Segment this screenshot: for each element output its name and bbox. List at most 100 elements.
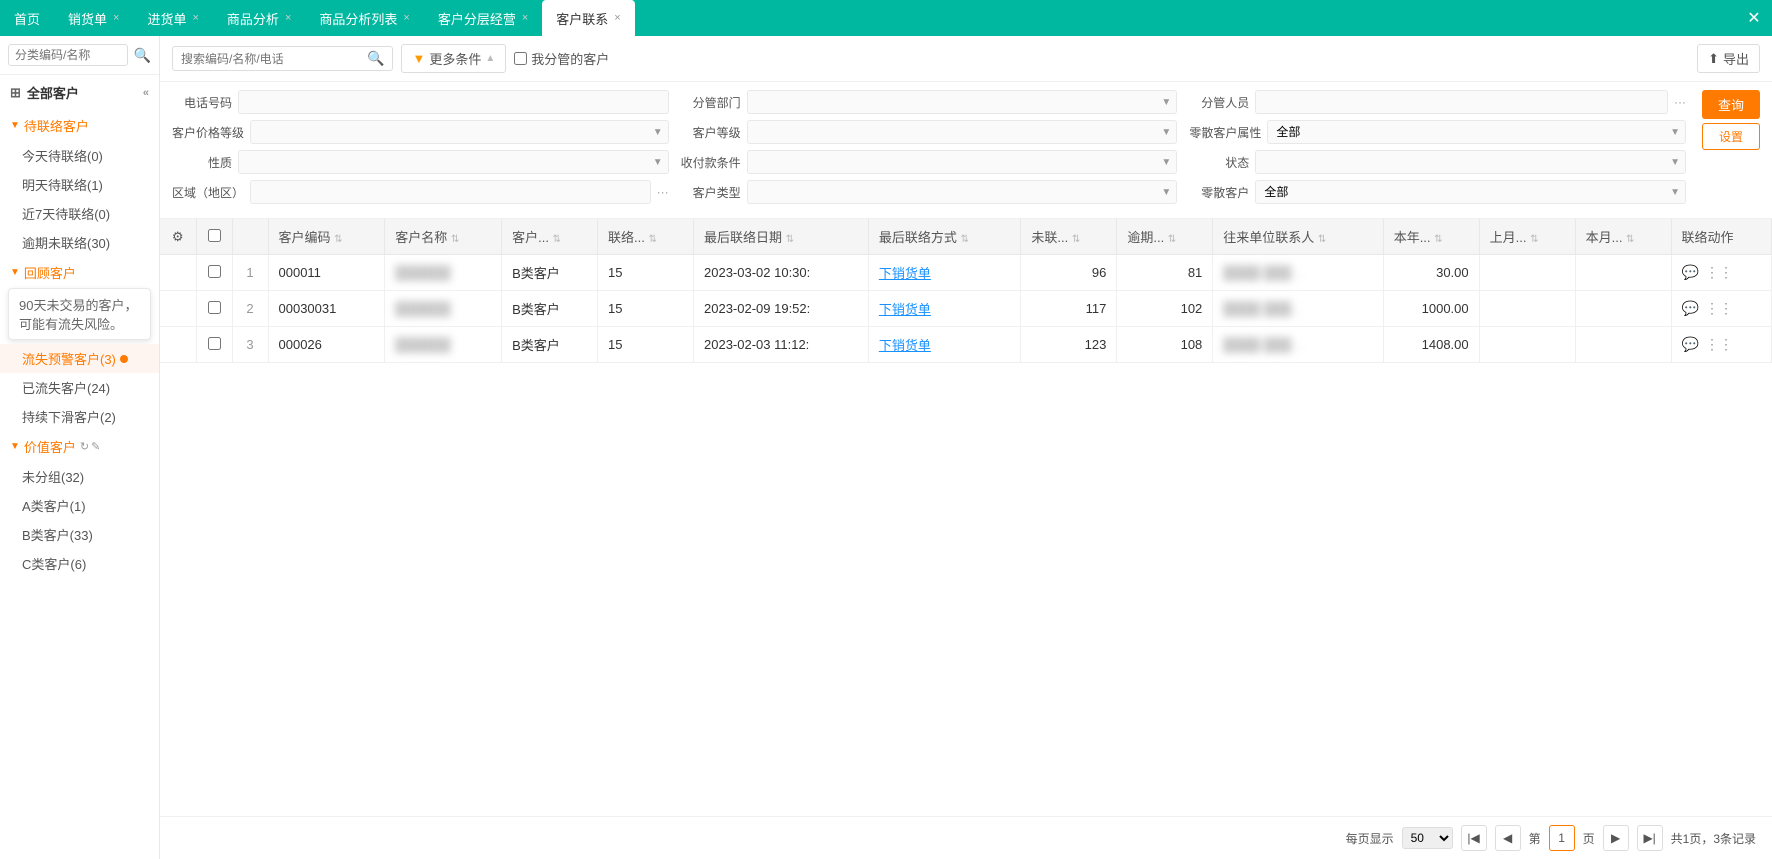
- filter-price-grade-select[interactable]: [250, 120, 669, 144]
- filter-nature-select[interactable]: [238, 150, 669, 174]
- col-type[interactable]: 客户... ⇅: [502, 219, 598, 255]
- tab-analysis-list-close[interactable]: ×: [403, 12, 409, 24]
- sidebar-item-class-c[interactable]: C类客户(6): [0, 549, 159, 578]
- filter-grade-select[interactable]: [747, 120, 1178, 144]
- window-close-button[interactable]: ✕: [1736, 0, 1772, 36]
- pagination: 每页显示 50 100 200 |◀ ◀ 第 1 页 ▶ ▶| 共1页，3条记录: [160, 816, 1772, 859]
- tab-home[interactable]: 首页: [0, 0, 54, 36]
- row-checkbox[interactable]: [208, 301, 221, 314]
- tab-purchase[interactable]: 进货单 ×: [133, 0, 212, 36]
- section-review-label: 回顾客户: [24, 263, 76, 282]
- per-page-select[interactable]: 50 100 200: [1402, 827, 1453, 849]
- row-checkbox-cell: [196, 291, 232, 327]
- query-button[interactable]: 查询: [1702, 90, 1760, 119]
- row-last-method[interactable]: 下销货单: [868, 327, 1021, 363]
- sidebar-section-review[interactable]: ▼ 回顾客户: [0, 257, 159, 288]
- filter-person-dots[interactable]: ···: [1674, 95, 1686, 109]
- row-last-method[interactable]: 下销货单: [868, 255, 1021, 291]
- col-last-method[interactable]: 最后联络方式 ⇅: [868, 219, 1021, 255]
- sidebar-search-input[interactable]: [8, 44, 128, 66]
- filter-region-input[interactable]: [250, 180, 651, 204]
- first-page-button[interactable]: |◀: [1461, 825, 1487, 851]
- my-customers-check[interactable]: [514, 52, 527, 65]
- col-settings[interactable]: ⚙: [160, 219, 196, 255]
- filter-person-input[interactable]: [1255, 90, 1668, 114]
- col-this-month[interactable]: 本月... ⇅: [1575, 219, 1671, 255]
- col-name[interactable]: 客户名称 ⇅: [385, 219, 502, 255]
- filter-row-4: 区域（地区） ··· 客户类型 ▼ 零散客户: [172, 180, 1686, 204]
- filter-payment-wrap: ▼: [747, 150, 1178, 174]
- page-unit-label: 页: [1583, 830, 1595, 847]
- filter-zero-attr-select[interactable]: 全部: [1267, 120, 1686, 144]
- col-overdue[interactable]: 逾期... ⇅: [1117, 219, 1213, 255]
- tab-customer-contact-close[interactable]: ×: [614, 12, 620, 24]
- filter-zero-customer-select[interactable]: 全部: [1255, 180, 1686, 204]
- tab-sales[interactable]: 销货单 ×: [54, 0, 133, 36]
- next-page-button[interactable]: ▶: [1603, 825, 1629, 851]
- last-page-button[interactable]: ▶|: [1637, 825, 1663, 851]
- row-last-method[interactable]: 下销货单: [868, 291, 1021, 327]
- sidebar-item-tomorrow[interactable]: 明天待联络(1): [0, 170, 159, 199]
- row-action-more-icon[interactable]: ⋮⋮: [1705, 300, 1733, 317]
- row-action-chat-icon[interactable]: 💬: [1682, 264, 1699, 281]
- export-button[interactable]: ⬆ 导出: [1697, 44, 1760, 73]
- content-area: 🔍 ▼ 更多条件 ▲ 我分管的客户 ⬆ 导出: [160, 36, 1772, 859]
- sidebar-item-7days[interactable]: 近7天待联络(0): [0, 199, 159, 228]
- filter-phone-input[interactable]: [238, 90, 669, 114]
- tab-customer-tier-close[interactable]: ×: [522, 12, 528, 24]
- filter-type-select[interactable]: [747, 180, 1178, 204]
- row-name: ██████: [385, 327, 502, 363]
- row-checkbox[interactable]: [208, 337, 221, 350]
- tab-purchase-close[interactable]: ×: [192, 12, 198, 24]
- filter-button[interactable]: ▼ 更多条件 ▲: [401, 44, 506, 73]
- sidebar-item-churn-warning[interactable]: 流失预警客户(3): [0, 344, 159, 373]
- sort-icon-code: ⇅: [334, 234, 342, 245]
- row-checkbox[interactable]: [208, 265, 221, 278]
- tab-sales-close[interactable]: ×: [113, 12, 119, 24]
- filter-nature: 性质 ▼: [172, 150, 669, 174]
- row-action: 💬 ⋮⋮: [1671, 291, 1771, 327]
- row-action-more-icon[interactable]: ⋮⋮: [1705, 336, 1733, 353]
- filter-payment-select[interactable]: [747, 150, 1178, 174]
- edit-icon[interactable]: ✎: [91, 440, 100, 453]
- row-action-chat-icon[interactable]: 💬: [1682, 300, 1699, 317]
- refresh-icon[interactable]: ↻: [80, 440, 89, 453]
- sidebar-item-today[interactable]: 今天待联络(0): [0, 141, 159, 170]
- filter-dept-select[interactable]: [747, 90, 1178, 114]
- col-code[interactable]: 客户编码 ⇅: [268, 219, 385, 255]
- filter-status-select[interactable]: [1255, 150, 1686, 174]
- tab-analysis-close[interactable]: ×: [285, 12, 291, 24]
- col-unit-contact[interactable]: 往来单位联系人 ⇅: [1213, 219, 1383, 255]
- sidebar-all-customers[interactable]: ⊞ 全部客户 «: [0, 75, 159, 110]
- prev-page-button[interactable]: ◀: [1495, 825, 1521, 851]
- sidebar-search-area: 🔍: [0, 36, 159, 75]
- sidebar-item-churned[interactable]: 已流失客户(24): [0, 373, 159, 402]
- filter-payment: 收付款条件 ▼: [681, 150, 1178, 174]
- row-action-chat-icon[interactable]: 💬: [1682, 336, 1699, 353]
- sidebar-section-pending[interactable]: ▼ 待联络客户: [0, 110, 159, 141]
- settings-button[interactable]: 设置: [1702, 123, 1760, 150]
- col-this-year[interactable]: 本年... ⇅: [1383, 219, 1479, 255]
- filter-region-dots[interactable]: ···: [657, 185, 669, 199]
- table-row: 2 00030031 ██████ B类客户 15 2023-02-09 19:…: [160, 291, 1772, 327]
- search-input-wrap[interactable]: 🔍: [172, 46, 393, 71]
- sidebar-item-declining[interactable]: 持续下滑客户(2): [0, 402, 159, 431]
- row-action-more-icon[interactable]: ⋮⋮: [1705, 264, 1733, 281]
- tab-analysis-list[interactable]: 商品分析列表 ×: [305, 0, 423, 36]
- sidebar-section-value[interactable]: ▼ 价值客户 ↻ ✎: [0, 431, 159, 462]
- col-last-month[interactable]: 上月... ⇅: [1479, 219, 1575, 255]
- tab-customer-contact[interactable]: 客户联系 ×: [542, 0, 634, 36]
- col-last-date[interactable]: 最后联络日期 ⇅: [694, 219, 869, 255]
- sidebar-item-class-a[interactable]: A类客户(1): [0, 491, 159, 520]
- select-all-checkbox[interactable]: [208, 229, 221, 242]
- my-customers-checkbox[interactable]: 我分管的客户: [514, 49, 609, 68]
- search-input[interactable]: [181, 52, 361, 66]
- filter-row-2: 客户价格等级 ▼ 客户等级 ▼: [172, 120, 1686, 144]
- sidebar-item-overdue[interactable]: 逾期未联络(30): [0, 228, 159, 257]
- sidebar-item-class-b[interactable]: B类客户(33): [0, 520, 159, 549]
- sidebar-item-ungrouped[interactable]: 未分组(32): [0, 462, 159, 491]
- col-uncontacted[interactable]: 未联... ⇅: [1021, 219, 1117, 255]
- col-contact[interactable]: 联络... ⇅: [598, 219, 694, 255]
- tab-analysis[interactable]: 商品分析 ×: [213, 0, 305, 36]
- tab-customer-tier[interactable]: 客户分层经营 ×: [424, 0, 542, 36]
